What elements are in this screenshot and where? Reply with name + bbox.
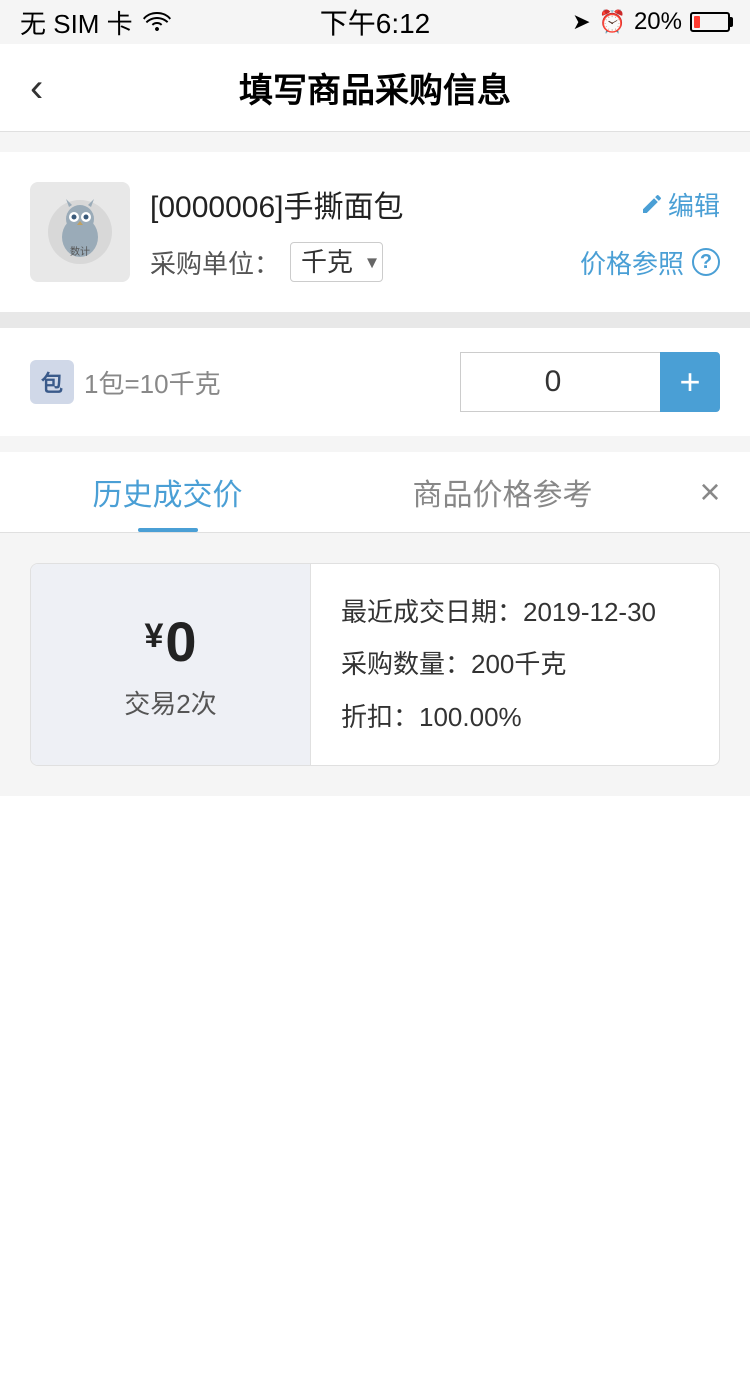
close-icon: × <box>699 471 720 513</box>
price-right-panel: 最近成交日期：2019-12-30 采购数量：200千克 折扣：100.00% <box>311 564 719 765</box>
purchase-qty-label: 采购数量： <box>341 649 471 679</box>
product-header: 数计 [0000006]手撕面包 编辑 采购单位： 千克 <box>30 182 720 282</box>
tabs-row: 历史成交价 商品价格参考 × <box>0 452 750 532</box>
tab-history-price[interactable]: 历史成交价 <box>0 452 335 532</box>
tab1-label: 历史成交价 <box>93 470 243 514</box>
quantity-control: + <box>460 352 720 412</box>
product-name: [0000006]手撕面包 <box>150 182 403 226</box>
price-amount: ¥ 0 <box>144 609 196 674</box>
tabs-container: 历史成交价 商品价格参考 × <box>0 452 750 533</box>
product-thumbnail: 数计 <box>30 182 130 282</box>
product-card: 数计 [0000006]手撕面包 编辑 采购单位： 千克 <box>0 152 750 312</box>
svg-text:数计: 数计 <box>70 245 90 258</box>
status-time: 下午6:12 <box>320 2 431 42</box>
price-ref-label: 价格参照 <box>580 244 684 281</box>
currency-symbol: ¥ <box>144 617 163 656</box>
unit-select-wrapper[interactable]: 千克 <box>290 242 383 282</box>
unit-info: 包 1包=10千克 <box>30 360 221 404</box>
discount-value: 100.00% <box>419 702 522 732</box>
plus-icon: + <box>679 361 700 403</box>
purchase-unit-text: 采购单位： <box>150 244 280 281</box>
price-section: ¥ 0 交易2次 最近成交日期：2019-12-30 采购数量：200千克 折扣… <box>0 533 750 796</box>
recent-date-row: 最近成交日期：2019-12-30 <box>341 594 689 630</box>
unit-icon-label: 包 <box>41 366 63 398</box>
unit-conversion-text: 1包=10千克 <box>84 364 221 401</box>
tab-indicator <box>138 528 198 532</box>
price-card: ¥ 0 交易2次 最近成交日期：2019-12-30 采购数量：200千克 折扣… <box>30 563 720 766</box>
edit-label: 编辑 <box>668 186 720 223</box>
unit-select[interactable]: 千克 <box>290 242 383 282</box>
unit-row: 采购单位： 千克 价格参照 ? <box>150 242 720 282</box>
purchase-qty-row: 采购数量：200千克 <box>341 646 689 682</box>
status-right: ➤ ⏰ 20% <box>572 8 730 36</box>
edit-icon <box>640 192 664 216</box>
quantity-row: 包 1包=10千克 + <box>0 328 750 436</box>
trade-count: 交易2次 <box>124 684 216 721</box>
section-divider <box>0 312 750 328</box>
quantity-input[interactable] <box>460 352 660 412</box>
back-button[interactable]: ‹ <box>30 68 43 108</box>
close-button[interactable]: × <box>670 452 750 532</box>
price-left-panel: ¥ 0 交易2次 <box>31 564 311 765</box>
status-bar: 无 SIM 卡 下午6:12 ➤ ⏰ 20% <box>0 0 750 44</box>
status-left: 无 SIM 卡 <box>20 4 171 41</box>
purchase-qty-value: 200千克 <box>471 649 566 679</box>
plus-button[interactable]: + <box>660 352 720 412</box>
alarm-icon: ⏰ <box>599 9 626 35</box>
product-logo: 数计 <box>45 197 115 267</box>
battery-percent: 20% <box>634 8 682 36</box>
nav-bar: ‹ 填写商品采购信息 <box>0 44 750 132</box>
battery-fill <box>694 16 700 28</box>
price-reference-button[interactable]: 价格参照 ? <box>580 244 720 281</box>
carrier-text: 无 SIM 卡 <box>20 4 133 41</box>
wifi-icon <box>143 12 171 32</box>
unit-label: 采购单位： 千克 <box>150 242 383 282</box>
discount-row: 折扣：100.00% <box>341 699 689 735</box>
product-title-row: [0000006]手撕面包 编辑 <box>150 182 720 226</box>
page-title: 填写商品采购信息 <box>239 63 511 112</box>
product-info: [0000006]手撕面包 编辑 采购单位： 千克 <box>150 182 720 282</box>
help-icon: ? <box>692 248 720 276</box>
footer-space <box>0 796 750 1396</box>
tab2-label: 商品价格参考 <box>413 470 593 514</box>
edit-button[interactable]: 编辑 <box>640 186 720 223</box>
tab-product-price[interactable]: 商品价格参考 <box>335 452 670 532</box>
location-icon: ➤ <box>572 9 590 35</box>
battery-icon <box>690 12 730 32</box>
price-value: 0 <box>165 609 196 674</box>
recent-date-label: 最近成交日期： <box>341 597 523 627</box>
unit-icon-box: 包 <box>30 360 74 404</box>
discount-label: 折扣： <box>341 702 419 732</box>
recent-date-value: 2019-12-30 <box>523 597 656 627</box>
